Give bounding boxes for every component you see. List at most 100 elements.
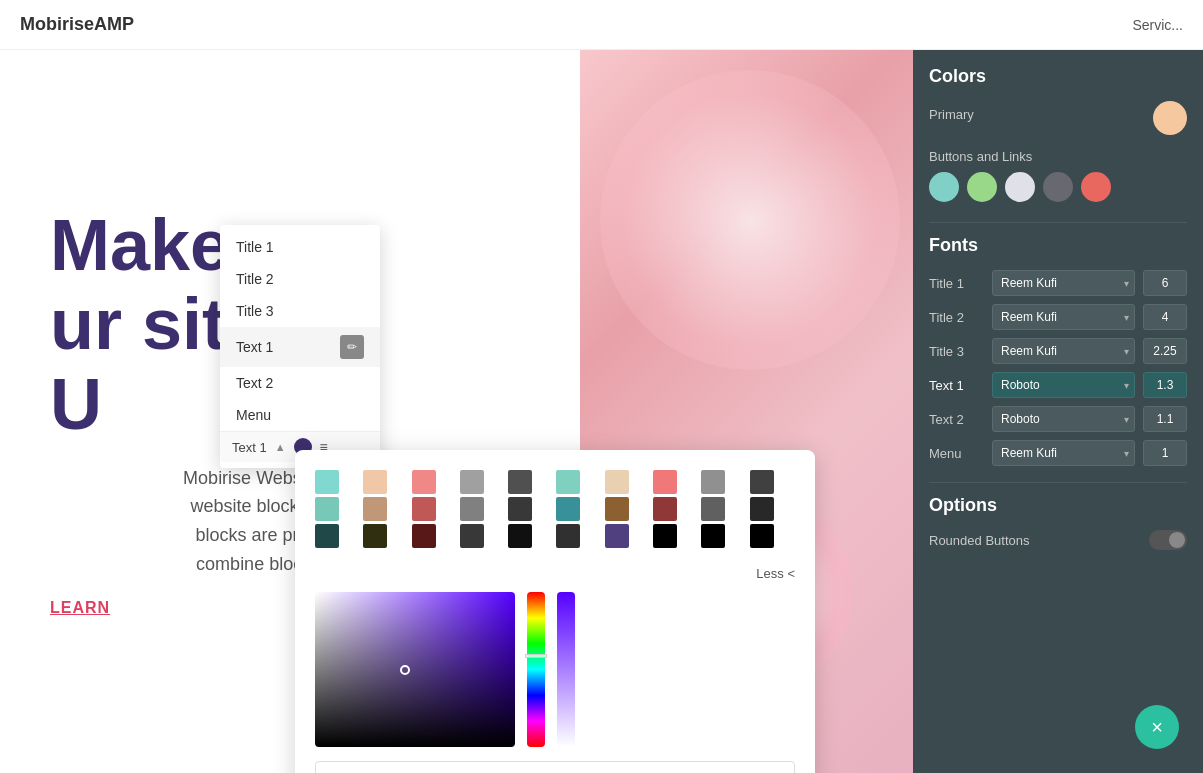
color-swatch[interactable] (363, 470, 387, 494)
font-select[interactable]: Reem Kufi Roboto Reem Kufi Open Sans (992, 338, 1135, 364)
color-swatch[interactable] (315, 470, 339, 494)
font-row-text-1: Text 1 Roboto Roboto Reem Kufi Open Sans… (929, 372, 1187, 398)
font-bar-label: Text 1 (232, 440, 267, 455)
color-swatch[interactable] (701, 470, 725, 494)
color-swatch[interactable] (315, 524, 339, 548)
font-select[interactable]: Reem Kufi Roboto Reem Kufi Open Sans (992, 304, 1135, 330)
right-panel: Colors Primary Buttons and Links Fonts T… (913, 50, 1203, 773)
topnav: MobiriseAMP Servic... (0, 0, 1203, 50)
hex-input-section (315, 761, 795, 773)
font-size-input[interactable] (1143, 440, 1187, 466)
rainbow-indicator (525, 654, 547, 658)
hex-input[interactable] (315, 761, 795, 773)
font-row-label: Menu (929, 446, 984, 461)
less-button-row: Less < (315, 564, 795, 582)
color-swatch[interactable] (412, 524, 436, 548)
options-title: Options (929, 495, 1187, 516)
button-color-swatch[interactable] (967, 172, 997, 202)
font-context-menu: Title 1 Title 2 Title 3 Text 1 ✏ Text 2 … (220, 225, 380, 468)
color-swatch[interactable] (508, 470, 532, 494)
font-size-input[interactable] (1143, 372, 1187, 398)
fonts-section: Fonts Title 1 Reem Kufi Roboto Reem Kufi… (929, 235, 1187, 466)
rounded-buttons-toggle[interactable] (1149, 530, 1187, 550)
close-button[interactable]: × (1135, 705, 1179, 749)
font-row-title-3: Title 3 Reem Kufi Roboto Reem Kufi Open … (929, 338, 1187, 364)
button-color-swatch[interactable] (929, 172, 959, 202)
font-size-input[interactable] (1143, 406, 1187, 432)
rounded-buttons-row: Rounded Buttons (929, 530, 1187, 550)
colors-section-title: Colors (929, 66, 1187, 87)
font-row-menu: Menu Reem Kufi Roboto Reem Kufi Open San… (929, 440, 1187, 466)
less-button[interactable]: Less < (756, 566, 795, 581)
color-swatch[interactable] (605, 470, 629, 494)
rainbow-bar[interactable] (527, 592, 545, 747)
opacity-bar[interactable] (557, 592, 575, 747)
color-swatch[interactable] (653, 470, 677, 494)
gradient-picker[interactable] (315, 592, 515, 747)
color-swatch[interactable] (556, 524, 580, 548)
app-logo: MobiriseAMP (20, 14, 134, 35)
color-swatch[interactable] (701, 497, 725, 521)
color-swatch[interactable] (653, 497, 677, 521)
font-select[interactable]: Roboto Roboto Reem Kufi Open Sans (992, 372, 1135, 398)
font-row-label: Title 1 (929, 276, 984, 291)
color-swatch[interactable] (556, 470, 580, 494)
rounded-buttons-label: Rounded Buttons (929, 533, 1029, 548)
primary-label: Primary (929, 107, 974, 122)
color-swatch[interactable] (363, 524, 387, 548)
color-swatch[interactable] (460, 524, 484, 548)
divider1 (929, 222, 1187, 223)
font-size-input[interactable] (1143, 338, 1187, 364)
color-swatch[interactable] (701, 524, 725, 548)
font-select-wrapper: Roboto Roboto Reem Kufi Open Sans ▾ (992, 372, 1135, 398)
font-select[interactable]: Reem Kufi Roboto Reem Kufi Open Sans (992, 270, 1135, 296)
divider2 (929, 482, 1187, 483)
button-color-swatch[interactable] (1081, 172, 1111, 202)
color-swatch[interactable] (653, 524, 677, 548)
edit-icon[interactable]: ✏ (340, 335, 364, 359)
primary-color-swatch[interactable] (1153, 101, 1187, 135)
font-row-title-2: Title 2 Reem Kufi Roboto Reem Kufi Open … (929, 304, 1187, 330)
color-swatch[interactable] (508, 524, 532, 548)
color-swatch[interactable] (605, 497, 629, 521)
font-menu-item-title3[interactable]: Title 3 (220, 295, 380, 327)
color-swatch[interactable] (605, 524, 629, 548)
buttons-label: Buttons and Links (929, 149, 1187, 164)
color-gradient-section (315, 592, 795, 747)
font-menu-item-title2[interactable]: Title 2 (220, 263, 380, 295)
color-swatch[interactable] (363, 497, 387, 521)
color-swatch[interactable] (750, 470, 774, 494)
font-select[interactable]: Reem Kufi Roboto Reem Kufi Open Sans (992, 440, 1135, 466)
font-select-wrapper: Reem Kufi Roboto Reem Kufi Open Sans ▾ (992, 270, 1135, 296)
font-menu-item-text1[interactable]: Text 1 ✏ (220, 327, 380, 367)
color-picker-panel: Less < (295, 450, 815, 773)
color-swatch[interactable] (460, 497, 484, 521)
button-color-swatch[interactable] (1005, 172, 1035, 202)
color-swatch[interactable] (315, 497, 339, 521)
color-swatch[interactable] (556, 497, 580, 521)
color-swatch[interactable] (508, 497, 532, 521)
button-color-swatch[interactable] (1043, 172, 1073, 202)
color-swatch[interactable] (412, 497, 436, 521)
font-select[interactable]: Roboto Roboto Reem Kufi Open Sans (992, 406, 1135, 432)
font-select-wrapper: Reem Kufi Roboto Reem Kufi Open Sans ▾ (992, 338, 1135, 364)
color-swatch[interactable] (750, 524, 774, 548)
font-size-input[interactable] (1143, 304, 1187, 330)
font-menu-item-title1[interactable]: Title 1 (220, 231, 380, 263)
fonts-section-title: Fonts (929, 235, 1187, 256)
options-section: Options Rounded Buttons (929, 495, 1187, 550)
font-size-input[interactable] (1143, 270, 1187, 296)
color-swatch[interactable] (750, 497, 774, 521)
font-row-title-1: Title 1 Reem Kufi Roboto Reem Kufi Open … (929, 270, 1187, 296)
services-menu[interactable]: Servic... (1132, 17, 1183, 33)
color-swatch[interactable] (412, 470, 436, 494)
font-select-wrapper: Roboto Roboto Reem Kufi Open Sans ▾ (992, 406, 1135, 432)
canvas: Makeur siteU e Mobirise Website Builder … (0, 50, 913, 773)
font-row-label: Text 2 (929, 412, 984, 427)
font-menu-item-text2[interactable]: Text 2 (220, 367, 380, 399)
color-swatch[interactable] (460, 470, 484, 494)
font-menu-item-menu[interactable]: Menu (220, 399, 380, 431)
font-row-label: Text 1 (929, 378, 984, 393)
toggle-knob (1169, 532, 1185, 548)
font-select-wrapper: Reem Kufi Roboto Reem Kufi Open Sans ▾ (992, 440, 1135, 466)
